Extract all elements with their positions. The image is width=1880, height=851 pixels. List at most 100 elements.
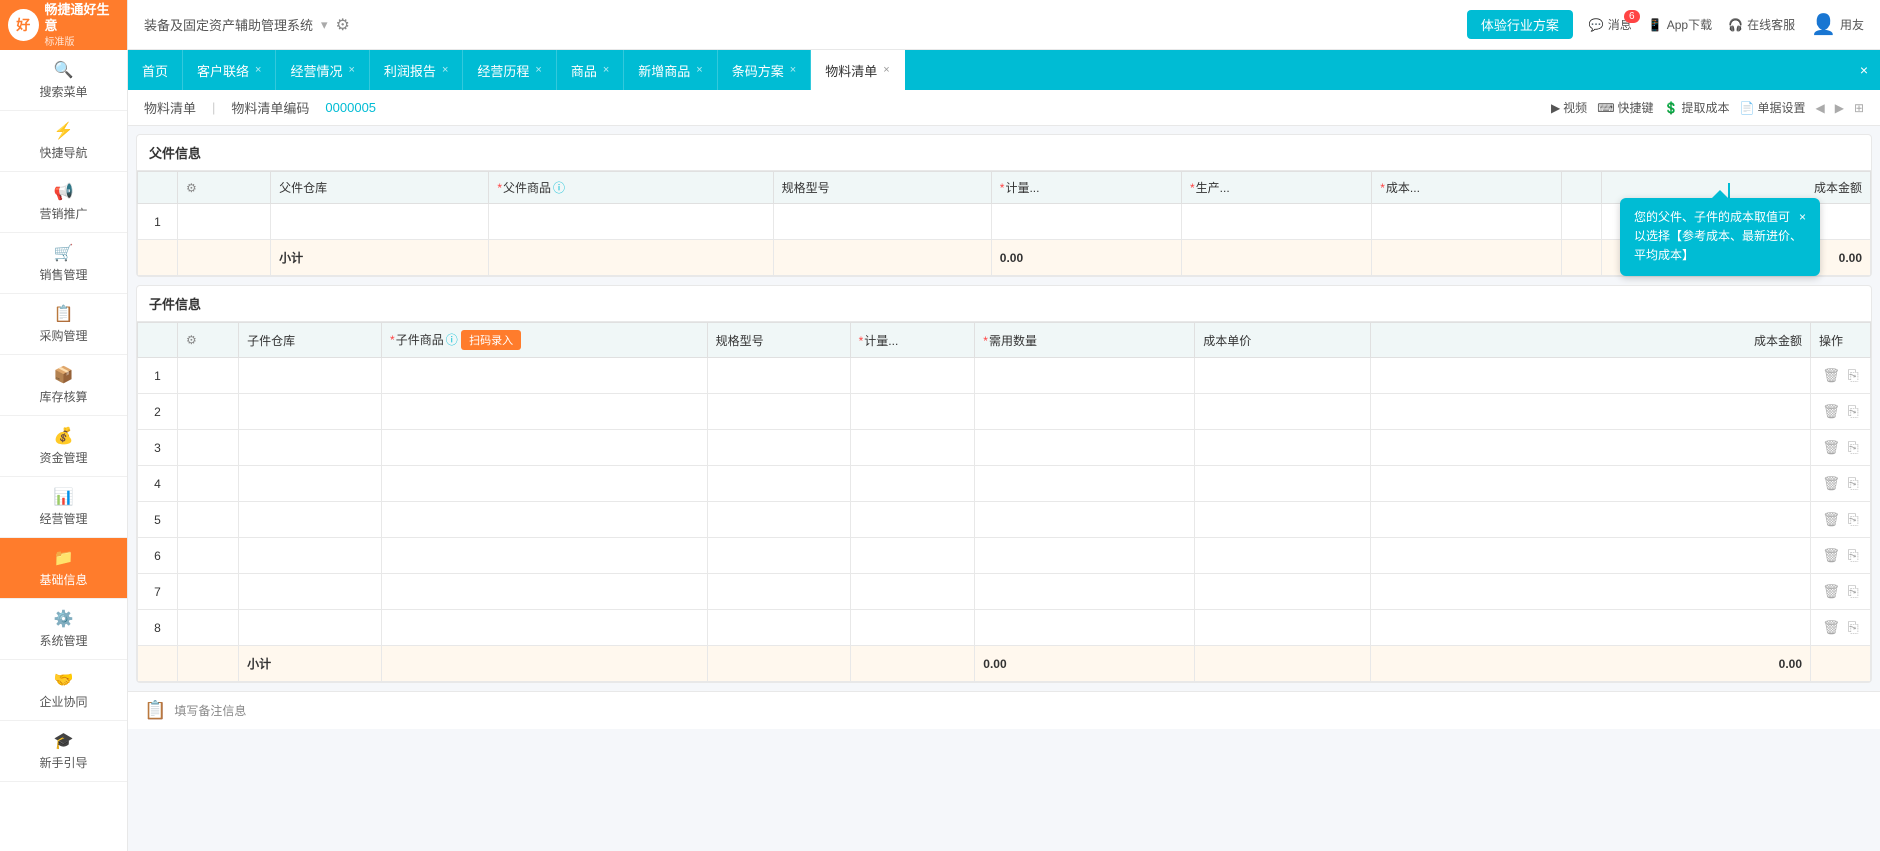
scan-button[interactable]: 扫码录入 <box>461 330 521 350</box>
sidebar-item-system[interactable]: ⚙️ 系统管理 <box>0 599 127 660</box>
child-row-quantity[interactable] <box>975 610 1195 646</box>
parent-row-spec[interactable] <box>773 204 991 240</box>
child-row-goods[interactable] <box>382 574 708 610</box>
child-row-unit-price[interactable] <box>1195 394 1371 430</box>
nav-prev-button[interactable]: ◀ <box>1815 101 1824 115</box>
tab-goods[interactable]: 商品 × <box>557 50 624 90</box>
sidebar-item-basic-info[interactable]: 📁 基础信息 <box>0 538 127 599</box>
tab-close-icon[interactable]: × <box>255 64 261 76</box>
tab-operations-history[interactable]: 经营历程 × <box>463 50 556 90</box>
child-row-spec[interactable] <box>707 538 850 574</box>
sidebar-item-sales[interactable]: 🛒 销售管理 <box>0 233 127 294</box>
user-button[interactable]: 👤 用友 <box>1811 12 1864 37</box>
child-row-warehouse[interactable] <box>239 358 382 394</box>
tab-close-icon[interactable]: × <box>790 64 796 76</box>
child-row-unit-price[interactable] <box>1195 502 1371 538</box>
child-row-spec[interactable] <box>707 394 850 430</box>
copy-icon[interactable]: ⎘ <box>1847 367 1858 383</box>
close-all-tabs-button[interactable]: × <box>1848 62 1880 78</box>
delete-icon[interactable]: 🗑 <box>1822 403 1840 419</box>
sidebar-item-inventory[interactable]: 📦 库存核算 <box>0 355 127 416</box>
child-row-spec[interactable] <box>707 574 850 610</box>
child-row-warehouse[interactable] <box>239 430 382 466</box>
app-download-button[interactable]: 📱 App下载 <box>1648 16 1712 33</box>
parent-th-settings[interactable]: ⚙ <box>178 172 271 204</box>
tab-close-icon[interactable]: × <box>883 64 889 76</box>
delete-icon[interactable]: 🗑 <box>1822 547 1840 563</box>
nav-next-button[interactable]: ▶ <box>1835 101 1844 115</box>
tab-bom[interactable]: 物料清单 × <box>811 50 904 90</box>
child-row-unit[interactable] <box>850 610 975 646</box>
copy-icon[interactable]: ⎘ <box>1847 547 1858 563</box>
copy-icon[interactable]: ⎘ <box>1847 475 1858 491</box>
copy-icon[interactable]: ⎘ <box>1847 583 1858 599</box>
child-row-quantity[interactable] <box>975 466 1195 502</box>
tab-profit-report[interactable]: 利润报告 × <box>370 50 463 90</box>
child-row-unit-price[interactable] <box>1195 430 1371 466</box>
sidebar-item-guide[interactable]: 🎓 新手引导 <box>0 721 127 782</box>
single-settings-button[interactable]: 📄 单据设置 <box>1740 99 1806 116</box>
delete-icon[interactable]: 🗑 <box>1822 511 1840 527</box>
sidebar-item-search[interactable]: 🔍 搜索菜单 <box>0 50 127 111</box>
copy-icon[interactable]: ⎘ <box>1847 403 1858 419</box>
breadcrumb-page-name[interactable]: 物料清单 <box>144 98 196 117</box>
copy-icon[interactable]: ⎘ <box>1847 511 1858 527</box>
parent-row-unit[interactable] <box>991 204 1181 240</box>
tab-barcode[interactable]: 条码方案 × <box>718 50 811 90</box>
message-button[interactable]: 💬 6 消息 <box>1589 16 1632 33</box>
child-row-warehouse[interactable] <box>239 466 382 502</box>
child-row-warehouse[interactable] <box>239 538 382 574</box>
delete-icon[interactable]: 🗑 <box>1822 619 1840 635</box>
child-row-quantity[interactable] <box>975 430 1195 466</box>
child-row-quantity[interactable] <box>975 502 1195 538</box>
child-row-unit[interactable] <box>850 538 975 574</box>
tab-close-icon[interactable]: × <box>348 64 354 76</box>
sidebar-item-cooperation[interactable]: 🤝 企业协同 <box>0 660 127 721</box>
delete-icon[interactable]: 🗑 <box>1822 583 1840 599</box>
view-button[interactable]: ▶ 视频 <box>1551 99 1587 116</box>
child-row-unit-price[interactable] <box>1195 610 1371 646</box>
child-row-spec[interactable] <box>707 466 850 502</box>
delete-icon[interactable]: 🗑 <box>1822 367 1840 383</box>
child-row-unit-price[interactable] <box>1195 538 1371 574</box>
settings-icon[interactable]: ⚙ <box>336 15 350 35</box>
child-row-unit[interactable] <box>850 574 975 610</box>
child-row-unit[interactable] <box>850 430 975 466</box>
tooltip-close-button[interactable]: × <box>1799 208 1806 227</box>
child-row-quantity[interactable] <box>975 538 1195 574</box>
child-row-spec[interactable] <box>707 430 850 466</box>
parent-row-cost[interactable] <box>1372 204 1562 240</box>
child-row-spec[interactable] <box>707 610 850 646</box>
child-row-quantity[interactable] <box>975 394 1195 430</box>
tab-add-goods[interactable]: 新增商品 × <box>624 50 717 90</box>
sidebar-item-finance[interactable]: 💰 资金管理 <box>0 416 127 477</box>
parent-row-warehouse[interactable] <box>271 204 489 240</box>
child-row-unit[interactable] <box>850 466 975 502</box>
delete-icon[interactable]: 🗑 <box>1822 439 1840 455</box>
copy-icon[interactable]: ⎘ <box>1847 619 1858 635</box>
child-row-goods[interactable] <box>382 394 708 430</box>
child-row-warehouse[interactable] <box>239 610 382 646</box>
child-row-unit[interactable] <box>850 394 975 430</box>
child-row-unit-price[interactable] <box>1195 574 1371 610</box>
child-th-settings[interactable]: ⚙ <box>178 323 239 358</box>
child-row-spec[interactable] <box>707 358 850 394</box>
sidebar-item-purchase[interactable]: 📋 采购管理 <box>0 294 127 355</box>
child-row-unit[interactable] <box>850 358 975 394</box>
child-row-goods[interactable] <box>382 358 708 394</box>
trial-button[interactable]: 体验行业方案 <box>1467 10 1573 39</box>
tab-close-icon[interactable]: × <box>603 64 609 76</box>
sidebar-item-shortcut[interactable]: ⚡ 快捷导航 <box>0 111 127 172</box>
grid-view-button[interactable]: ⊞ <box>1854 101 1864 115</box>
tab-home[interactable]: 首页 <box>128 50 183 90</box>
parent-row-production[interactable] <box>1182 204 1372 240</box>
copy-icon[interactable]: ⎘ <box>1847 439 1858 455</box>
tab-close-icon[interactable]: × <box>696 64 702 76</box>
child-row-goods[interactable] <box>382 502 708 538</box>
online-service-button[interactable]: 🎧 在线客服 <box>1728 16 1795 33</box>
tab-close-icon[interactable]: × <box>535 64 541 76</box>
child-row-unit[interactable] <box>850 502 975 538</box>
shortcut-button[interactable]: ⌨ 快捷键 <box>1597 99 1653 116</box>
child-row-goods[interactable] <box>382 610 708 646</box>
child-row-quantity[interactable] <box>975 574 1195 610</box>
